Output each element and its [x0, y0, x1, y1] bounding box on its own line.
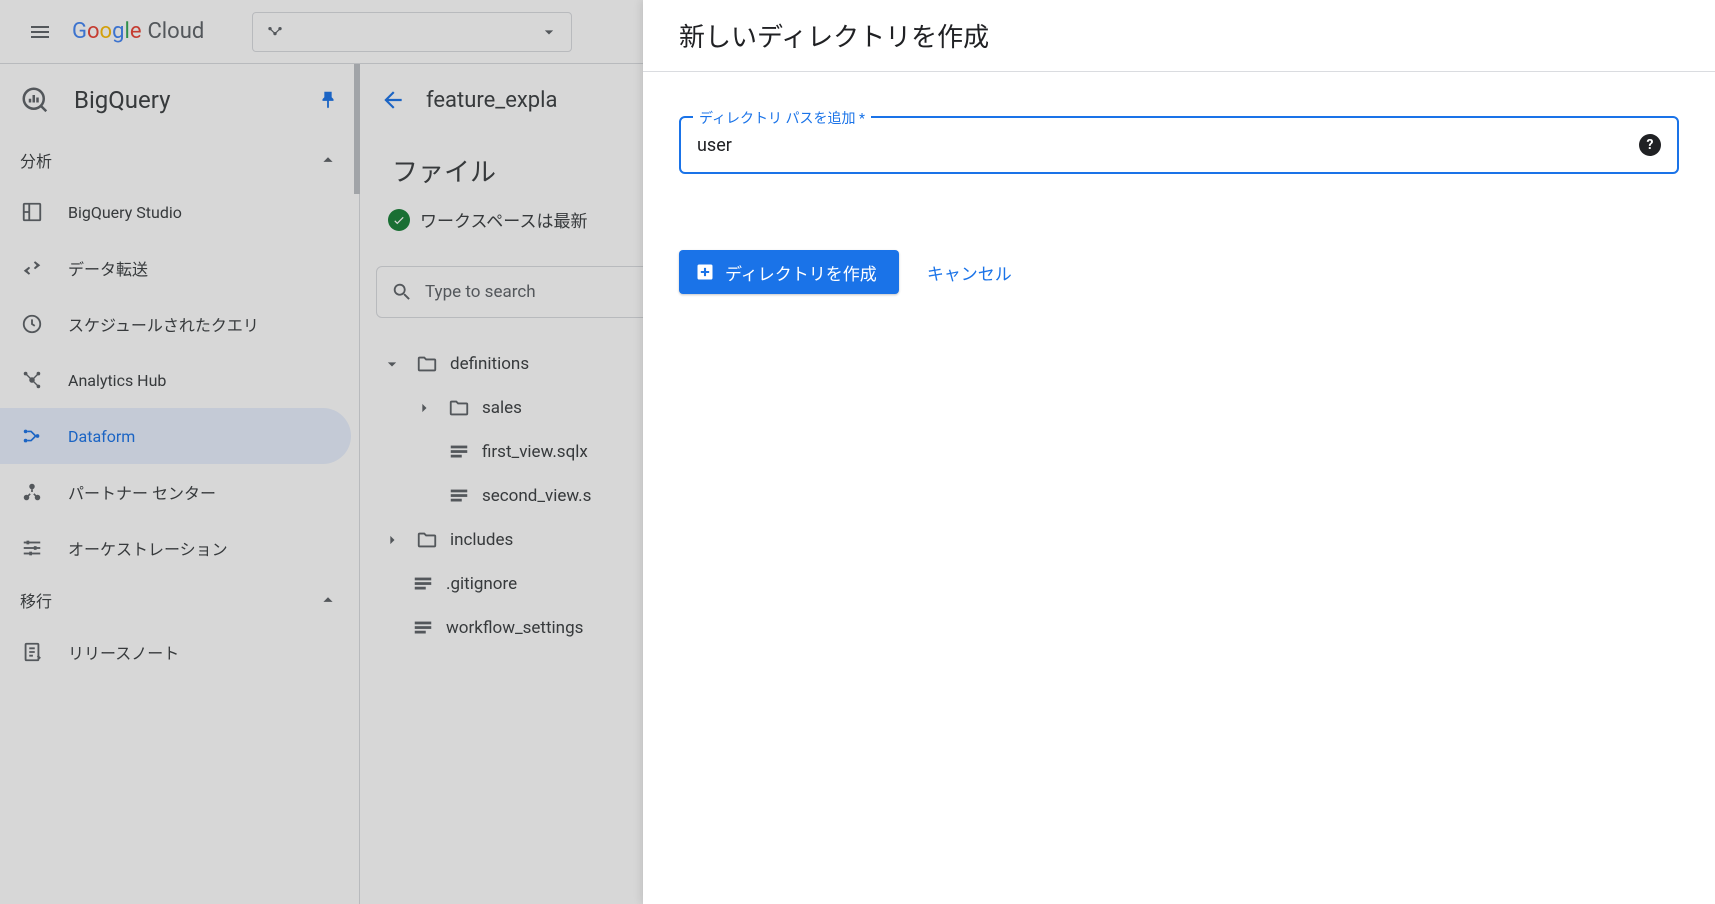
cancel-button[interactable]: キャンセル: [927, 260, 1012, 285]
directory-path-field[interactable]: ディレクトリ パスを追加 * ?: [679, 116, 1679, 174]
panel-title: 新しいディレクトリを作成: [679, 17, 989, 54]
directory-path-input[interactable]: [697, 135, 1639, 156]
plus-box-icon: [695, 262, 715, 282]
create-directory-panel: 新しいディレクトリを作成 ディレクトリ パスを追加 * ? ディレクトリを作成 …: [643, 0, 1715, 904]
help-icon[interactable]: ?: [1639, 134, 1661, 156]
button-label: ディレクトリを作成: [725, 260, 877, 285]
button-label: キャンセル: [927, 265, 1012, 285]
field-label: ディレクトリ パスを追加 *: [693, 108, 871, 128]
panel-header: 新しいディレクトリを作成: [643, 0, 1715, 72]
create-directory-button[interactable]: ディレクトリを作成: [679, 250, 899, 294]
